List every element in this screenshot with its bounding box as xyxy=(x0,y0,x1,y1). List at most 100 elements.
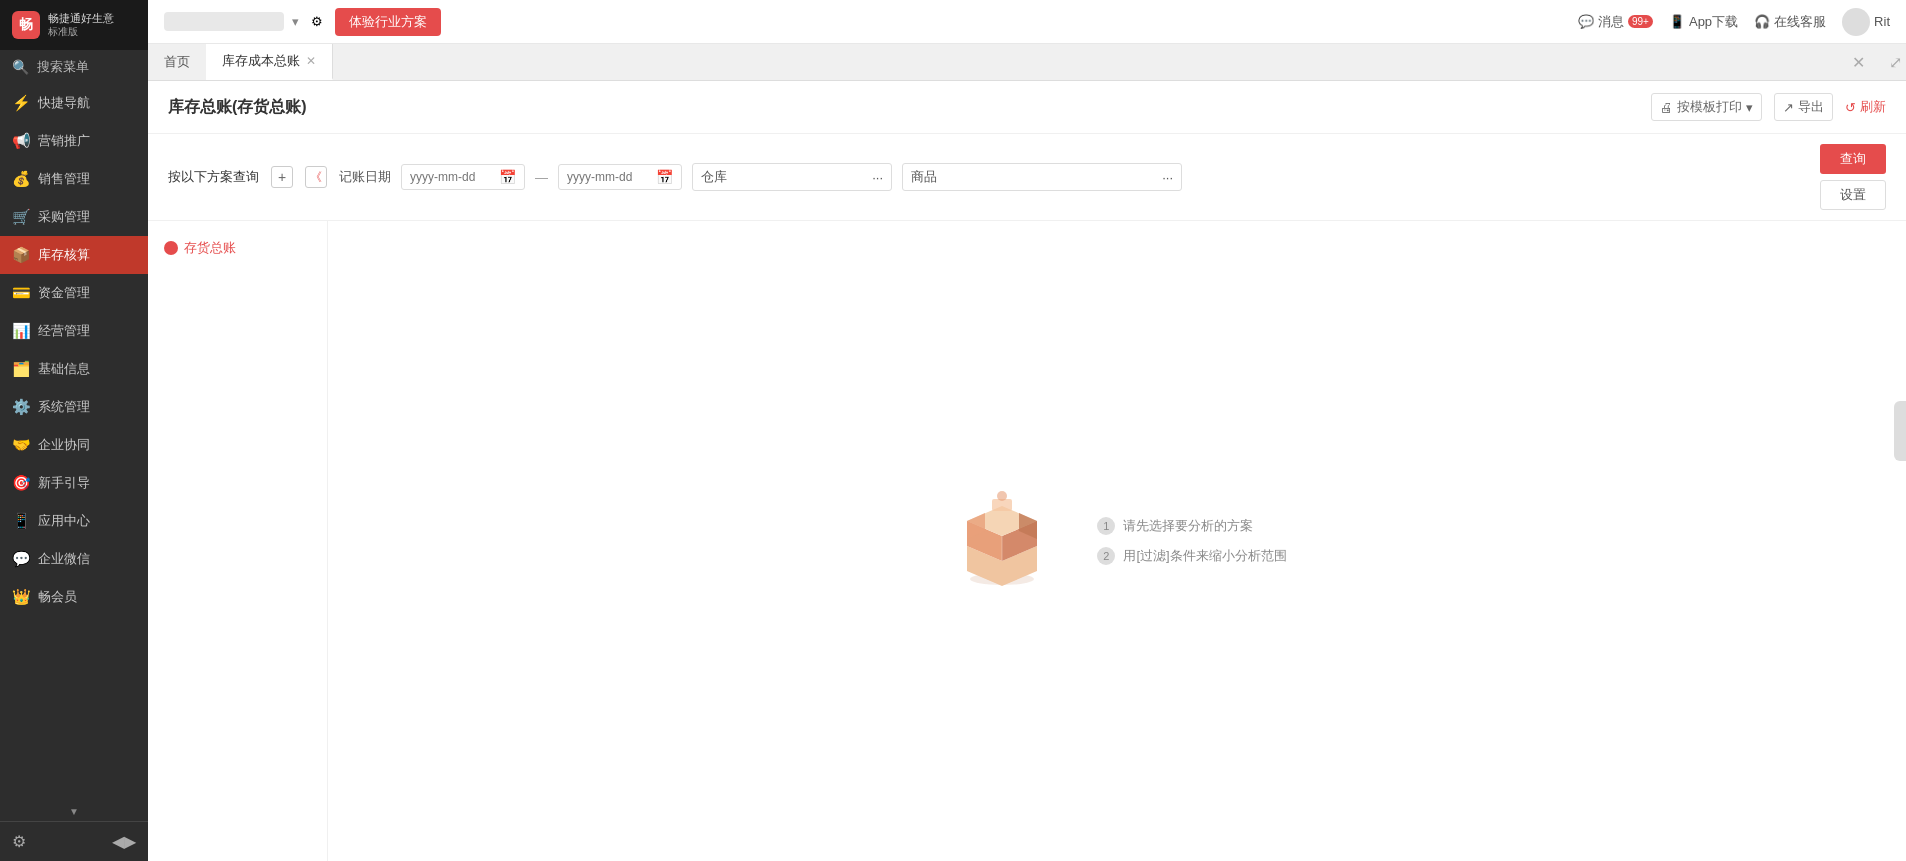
tab-close-icon[interactable]: ✕ xyxy=(306,54,316,68)
user-name: Rit xyxy=(1874,14,1890,29)
sidebar-nav: ⚡ 快捷导航 📢 营销推广 💰 销售管理 🛒 采购管理 📦 库存核算 💳 资金管… xyxy=(0,84,148,802)
right-scroll-handle[interactable] xyxy=(1894,401,1906,461)
print-btn[interactable]: 🖨 按模板打印 ▾ xyxy=(1651,93,1762,121)
topbar-left: ▾ ⚙ 体验行业方案 xyxy=(164,8,1578,36)
dropdown-icon[interactable]: ▾ xyxy=(292,14,299,29)
guide-icon: 🎯 xyxy=(12,474,30,492)
query-btn[interactable]: 查询 xyxy=(1820,144,1886,174)
app-download-btn[interactable]: 📱 App下载 xyxy=(1669,13,1738,31)
settings-btn[interactable]: 设置 xyxy=(1820,180,1886,210)
sidebar-footer: ⚙ ◀▶ xyxy=(0,821,148,861)
warehouse-select[interactable]: 仓库 ··· xyxy=(692,163,892,191)
inventory-ledger-item[interactable]: 存货总账 xyxy=(148,231,327,265)
product-more-icon[interactable]: ··· xyxy=(1162,170,1173,185)
industry-btn[interactable]: 体验行业方案 xyxy=(335,8,441,36)
warehouse-more-icon[interactable]: ··· xyxy=(872,170,883,185)
tab-bar: 首页 库存成本总账 ✕ ✕ ⤢ xyxy=(148,44,1906,81)
sidebar-item-quick-nav[interactable]: ⚡ 快捷导航 xyxy=(0,84,148,122)
sidebar-item-basic[interactable]: 🗂️ 基础信息 xyxy=(0,350,148,388)
sidebar-search[interactable]: 🔍 搜索菜单 xyxy=(0,50,148,84)
sidebar-item-marketing[interactable]: 📢 营销推广 xyxy=(0,122,148,160)
date-separator: — xyxy=(535,170,548,185)
refresh-btn[interactable]: ↺ 刷新 xyxy=(1845,98,1886,116)
appstore-icon: 📱 xyxy=(12,512,30,530)
sidebar-item-appstore[interactable]: 📱 应用中心 xyxy=(0,502,148,540)
scroll-down-btn[interactable]: ▼ xyxy=(0,802,148,821)
user-profile-btn[interactable]: Rit xyxy=(1842,8,1890,36)
tab-label: 库存成本总账 xyxy=(222,52,300,70)
settings-icon[interactable]: ⚙ xyxy=(12,832,26,851)
filter-add-btn[interactable]: + xyxy=(271,166,293,188)
sidebar-item-purchase[interactable]: 🛒 采购管理 xyxy=(0,198,148,236)
page-content: 库存总账(存货总账) 🖨 按模板打印 ▾ ↗ 导出 ↺ 刷新 按以下方案查询 xyxy=(148,81,1906,861)
inventory-icon: 📦 xyxy=(12,246,30,264)
sidebar-item-enterprise[interactable]: 🤝 企业协同 xyxy=(0,426,148,464)
operations-icon: 📊 xyxy=(12,322,30,340)
sidebar-item-guide[interactable]: 🎯 新手引导 xyxy=(0,464,148,502)
online-service-btn[interactable]: 🎧 在线客服 xyxy=(1754,13,1826,31)
print-dropdown-icon: ▾ xyxy=(1746,100,1753,115)
app-version: 标准版 xyxy=(48,25,114,39)
breadcrumb-input[interactable] xyxy=(164,12,284,31)
purchase-icon: 🛒 xyxy=(12,208,30,226)
main-content: ▾ ⚙ 体验行业方案 💬 消息 99+ 📱 App下载 🎧 在线客服 Rit xyxy=(148,0,1906,861)
tip-text-1: 请先选择要分析的方案 xyxy=(1123,517,1253,535)
query-settings-btns: 查询 设置 xyxy=(1820,144,1886,210)
topbar-right: 💬 消息 99+ 📱 App下载 🎧 在线客服 Rit xyxy=(1578,8,1890,36)
collapse-icon[interactable]: ◀▶ xyxy=(112,832,136,851)
headset-icon: 🎧 xyxy=(1754,14,1770,29)
logo-icon: 畅 xyxy=(12,11,40,39)
basic-icon: 🗂️ xyxy=(12,360,30,378)
page-header: 库存总账(存货总账) 🖨 按模板打印 ▾ ↗ 导出 ↺ 刷新 xyxy=(148,81,1906,134)
page-title: 库存总账(存货总账) xyxy=(168,97,307,118)
left-panel: 存货总账 xyxy=(148,221,328,861)
tab-close-all-btn[interactable]: ✕ xyxy=(1840,45,1877,80)
calendar-start-icon[interactable]: 📅 xyxy=(499,169,516,185)
app-name: 畅捷通好生意 xyxy=(48,11,114,25)
sidebar-item-wechat[interactable]: 💬 企业微信 xyxy=(0,540,148,578)
finance-icon: 💳 xyxy=(12,284,30,302)
gear-icon[interactable]: ⚙ xyxy=(311,14,323,29)
system-icon: ⚙️ xyxy=(12,398,30,416)
empty-tips: 1 请先选择要分析的方案 2 用[过滤]条件来缩小分析范围 xyxy=(1097,517,1286,565)
phone-icon: 📱 xyxy=(1669,14,1685,29)
sidebar-item-system[interactable]: ⚙️ 系统管理 xyxy=(0,388,148,426)
message-badge: 99+ xyxy=(1628,15,1653,28)
sidebar: 畅 畅捷通好生意 标准版 🔍 搜索菜单 ⚡ 快捷导航 📢 营销推广 💰 销售管理… xyxy=(0,0,148,861)
date-start-field[interactable] xyxy=(410,170,495,184)
tip-num-1: 1 xyxy=(1097,517,1115,535)
tab-home[interactable]: 首页 xyxy=(148,45,206,79)
printer-icon: 🖨 xyxy=(1660,100,1673,115)
sidebar-item-operations[interactable]: 📊 经营管理 xyxy=(0,312,148,350)
calendar-end-icon[interactable]: 📅 xyxy=(656,169,673,185)
close-all-icon: ✕ xyxy=(1852,53,1865,72)
sidebar-item-sales[interactable]: 💰 销售管理 xyxy=(0,160,148,198)
refresh-icon: ↺ xyxy=(1845,100,1856,115)
right-panel: 1 请先选择要分析的方案 2 用[过滤]条件来缩小分析范围 xyxy=(328,221,1906,861)
tab-expand-icon[interactable]: ⤢ xyxy=(1885,45,1906,80)
filter-area: 按以下方案查询 + 《 记账日期 📅 — 📅 仓库 ··· xyxy=(148,134,1906,221)
filter-collapse-btn[interactable]: 《 xyxy=(305,166,327,188)
product-select[interactable]: 商品 ··· xyxy=(902,163,1182,191)
wechat-icon: 💬 xyxy=(12,550,30,568)
date-end-field[interactable] xyxy=(567,170,652,184)
quick-nav-icon: ⚡ xyxy=(12,94,30,112)
marketing-icon: 📢 xyxy=(12,132,30,150)
message-btn[interactable]: 💬 消息 99+ xyxy=(1578,13,1653,31)
sidebar-logo: 畅 畅捷通好生意 标准版 xyxy=(0,0,148,50)
sidebar-item-finance[interactable]: 💳 资金管理 xyxy=(0,274,148,312)
topbar: ▾ ⚙ 体验行业方案 💬 消息 99+ 📱 App下载 🎧 在线客服 Rit xyxy=(148,0,1906,44)
date-end-input[interactable]: 📅 xyxy=(558,164,682,190)
tab-inventory-ledger[interactable]: 库存成本总账 ✕ xyxy=(206,44,333,80)
tip-item-1: 1 请先选择要分析的方案 xyxy=(1097,517,1286,535)
sidebar-item-inventory[interactable]: 📦 库存核算 xyxy=(0,236,148,274)
date-start-input[interactable]: 📅 xyxy=(401,164,525,190)
tip-text-2: 用[过滤]条件来缩小分析范围 xyxy=(1123,547,1286,565)
sidebar-item-vip[interactable]: 👑 畅会员 xyxy=(0,578,148,616)
tip-num-2: 2 xyxy=(1097,547,1115,565)
filter-row: 记账日期 📅 — 📅 仓库 ··· 商品 ··· xyxy=(339,163,1808,191)
page-actions: 🖨 按模板打印 ▾ ↗ 导出 ↺ 刷新 xyxy=(1651,93,1886,121)
export-btn[interactable]: ↗ 导出 xyxy=(1774,93,1833,121)
filter-label: 按以下方案查询 xyxy=(168,168,259,186)
empty-state: 1 请先选择要分析的方案 2 用[过滤]条件来缩小分析范围 xyxy=(947,481,1286,601)
